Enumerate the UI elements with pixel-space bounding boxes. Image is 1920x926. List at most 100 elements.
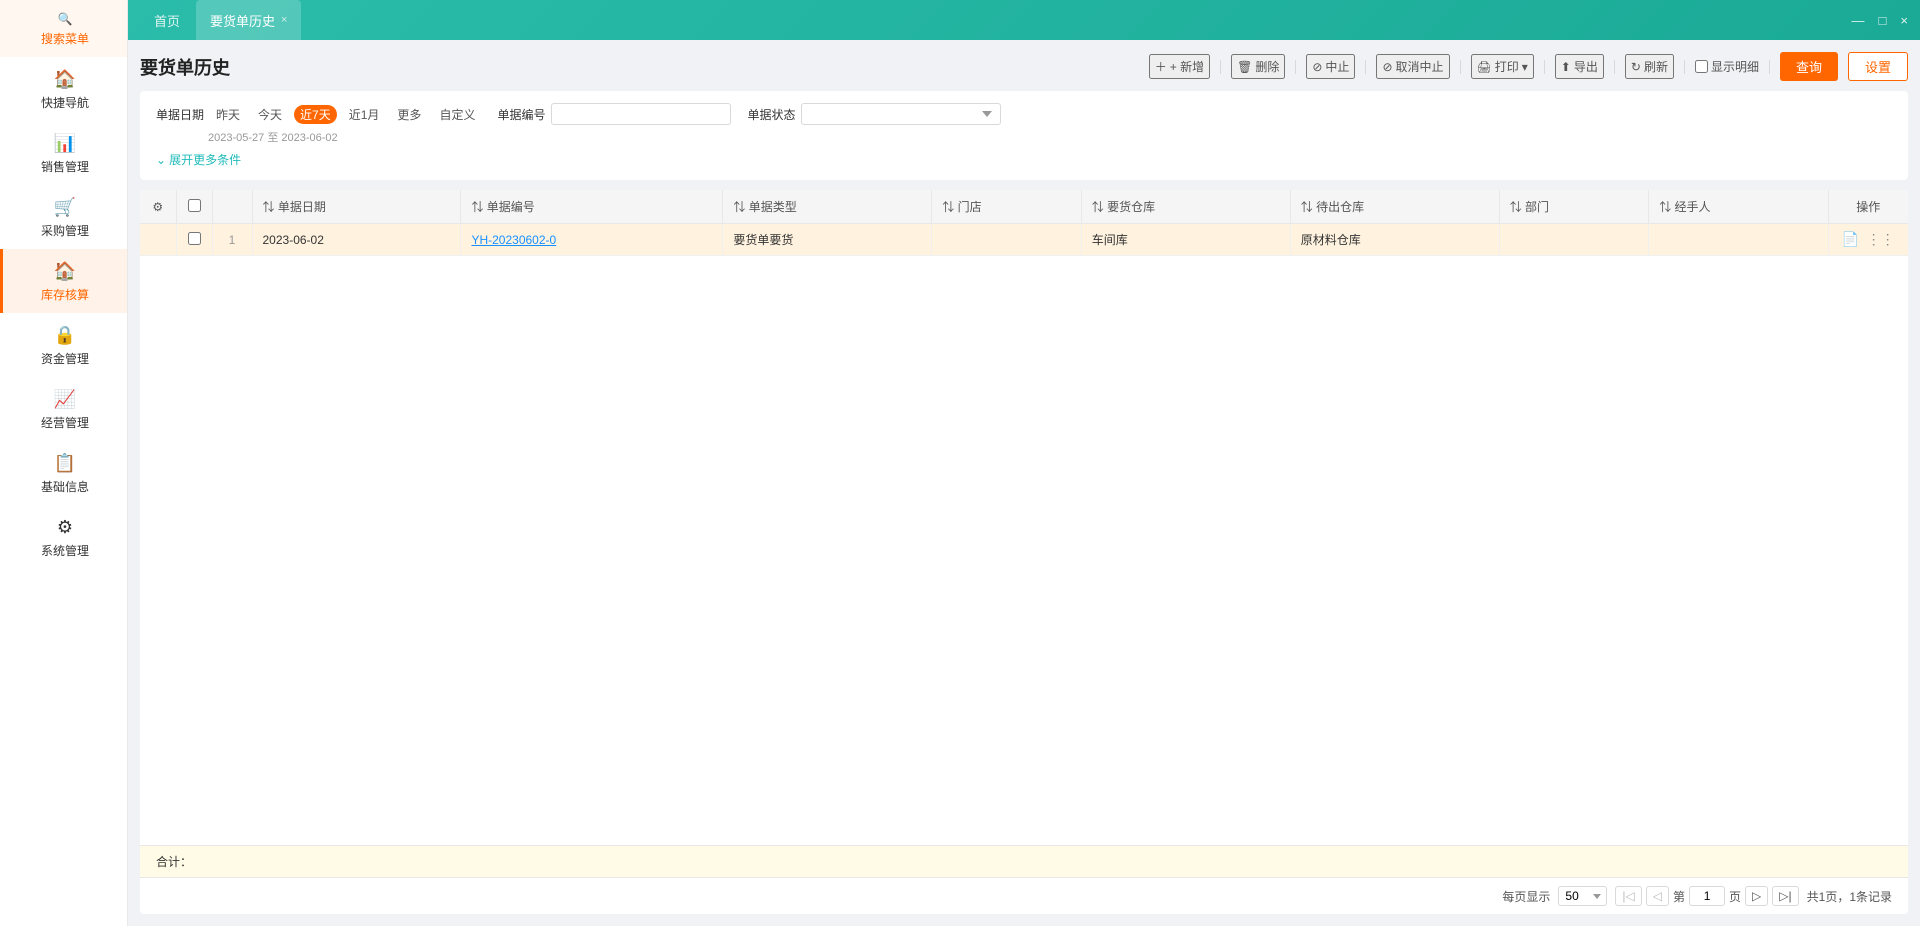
- show-detail-label: 显示明细: [1711, 58, 1759, 75]
- sidebar-item-purchase[interactable]: 🛒 采购管理: [0, 185, 127, 249]
- th-req-warehouse[interactable]: ⇅ 要货仓库: [1081, 190, 1290, 224]
- new-button[interactable]: ＋ + 新增: [1149, 54, 1210, 79]
- first-page-button[interactable]: |◁: [1615, 886, 1641, 906]
- topbar-right: — □ ×: [1852, 13, 1908, 28]
- page-header: 要货单历史 ＋ + 新增 🗑 删除 ⊘ 中止 ⊘: [140, 52, 1908, 81]
- row-checkbox-cell: [176, 224, 212, 256]
- delete-button[interactable]: 🗑 删除: [1231, 54, 1285, 79]
- th-dest-warehouse[interactable]: ⇅ 待出仓库: [1290, 190, 1499, 224]
- doc-no-label: 单据编号: [497, 106, 545, 123]
- prev-page-button[interactable]: ◁: [1646, 886, 1669, 906]
- th-store[interactable]: ⇅ 门店: [932, 190, 1082, 224]
- row-settings: [140, 224, 176, 256]
- suspend-button[interactable]: ⊘ 中止: [1306, 54, 1355, 79]
- sidebar-item-label: 销售管理: [41, 158, 89, 175]
- sidebar: 🔍 搜索菜单 🏠 快捷导航 📊 销售管理 🛒 采购管理 🏠 库存核算 🔒 资金管…: [0, 0, 128, 926]
- divider-4: [1460, 60, 1461, 74]
- settings-button[interactable]: 设置: [1848, 52, 1908, 81]
- date-btn-more[interactable]: 更多: [391, 105, 427, 124]
- row-store: [932, 224, 1082, 256]
- delete-label: 删除: [1255, 58, 1279, 75]
- row-ops: 📄 ⋮⋮: [1828, 224, 1908, 256]
- cancel-suspend-icon: ⊘: [1382, 60, 1392, 74]
- per-page-label: 每页显示: [1502, 888, 1550, 905]
- select-all-checkbox[interactable]: [188, 199, 201, 212]
- tab-requisition-label: 要货单历史: [210, 11, 275, 30]
- th-doc-date[interactable]: ⇅ 单据日期: [252, 190, 461, 224]
- th-settings[interactable]: ⚙: [140, 190, 176, 224]
- window-maximize-button[interactable]: □: [1879, 13, 1887, 28]
- date-btn-yesterday[interactable]: 昨天: [210, 105, 246, 124]
- doc-status-label: 单据状态: [747, 106, 795, 123]
- operations-icon: 📈: [54, 389, 76, 410]
- tab-close-icon[interactable]: ×: [281, 14, 287, 26]
- th-handler[interactable]: ⇅ 经手人: [1649, 190, 1828, 224]
- row-more-icon[interactable]: ⋮⋮: [1867, 231, 1895, 247]
- row-view-icon[interactable]: 📄: [1842, 231, 1859, 247]
- date-btn-custom[interactable]: 自定义: [433, 105, 481, 124]
- row-checkbox[interactable]: [188, 232, 201, 245]
- sidebar-item-label: 基础信息: [41, 478, 89, 495]
- expand-label: 展开更多条件: [169, 151, 241, 168]
- doc-no-input[interactable]: [551, 103, 731, 125]
- sidebar-item-inventory[interactable]: 🏠 库存核算: [0, 249, 127, 313]
- print-dropdown-icon: ▾: [1522, 60, 1528, 74]
- row-department: [1499, 224, 1649, 256]
- divider-2: [1295, 60, 1296, 74]
- sidebar-item-operations[interactable]: 📈 经营管理: [0, 377, 127, 441]
- th-doc-no[interactable]: ⇅ 单据编号: [461, 190, 723, 224]
- th-department[interactable]: ⇅ 部门: [1499, 190, 1649, 224]
- sidebar-item-system[interactable]: ⚙ 系统管理: [0, 505, 127, 569]
- doc-no-filter: 单据编号: [497, 103, 731, 125]
- show-detail-checkbox[interactable]: [1695, 60, 1708, 73]
- sidebar-item-search-menu[interactable]: 🔍 搜索菜单: [0, 0, 127, 57]
- sidebar-item-finance[interactable]: 🔒 资金管理: [0, 313, 127, 377]
- table-wrap: ⚙ ⇅ 单据日期 ⇅ 单据编号 ⇅ 单据类型 ⇅ 门店 ⇅ 要货仓库 ⇅ 待出仓…: [140, 190, 1908, 845]
- search-icon: 🔍: [58, 12, 73, 26]
- print-button[interactable]: 🖨 打印 ▾: [1471, 54, 1534, 79]
- expand-more-btn[interactable]: ⌄ 展开更多条件: [156, 151, 1892, 168]
- page-number-input[interactable]: [1689, 886, 1725, 906]
- query-button[interactable]: 查询: [1780, 52, 1838, 81]
- page-nav: |◁ ◁ 第 页 ▷ ▷|: [1615, 886, 1798, 906]
- th-doc-type[interactable]: ⇅ 单据类型: [723, 190, 932, 224]
- sidebar-item-label: 经营管理: [41, 414, 89, 431]
- date-btn-today[interactable]: 今天: [252, 105, 288, 124]
- cart-icon: 🛒: [54, 197, 76, 218]
- export-button[interactable]: ⬆ 导出: [1555, 54, 1604, 79]
- data-table: ⚙ ⇅ 单据日期 ⇅ 单据编号 ⇅ 单据类型 ⇅ 门店 ⇅ 要货仓库 ⇅ 待出仓…: [140, 190, 1908, 256]
- gear-icon: ⚙: [57, 517, 73, 538]
- tab-home[interactable]: 首页: [140, 0, 194, 40]
- divider-3: [1365, 60, 1366, 74]
- divider-7: [1684, 60, 1685, 74]
- tab-home-label: 首页: [154, 11, 180, 30]
- sidebar-item-basic-info[interactable]: 📋 基础信息: [0, 441, 127, 505]
- total-info: 共1页，1条记录: [1807, 888, 1892, 905]
- window-minimize-button[interactable]: —: [1852, 13, 1865, 28]
- sidebar-item-quick-nav[interactable]: 🏠 快捷导航: [0, 57, 127, 121]
- pagination: 每页显示 50 20 100 200 |◁ ◁ 第 页 ▷ ▷| 共1页，1条记…: [140, 877, 1908, 914]
- date-btn-1month[interactable]: 近1月: [343, 105, 386, 124]
- row-doc-no[interactable]: YH-20230602-0: [461, 224, 723, 256]
- date-btn-7days[interactable]: 近7天: [294, 105, 337, 124]
- expand-icon: ⌄: [156, 153, 166, 167]
- sidebar-item-label: 采购管理: [41, 222, 89, 239]
- cancel-suspend-label: 取消中止: [1396, 58, 1444, 75]
- cancel-suspend-button[interactable]: ⊘ 取消中止: [1376, 54, 1449, 79]
- export-label: 导出: [1574, 58, 1598, 75]
- refresh-button[interactable]: ↻ 刷新: [1625, 54, 1674, 79]
- refresh-icon: ↻: [1631, 60, 1641, 74]
- lock-icon: 🔒: [54, 325, 76, 346]
- suspend-icon: ⊘: [1312, 60, 1322, 74]
- window-close-button[interactable]: ×: [1900, 13, 1908, 28]
- per-page-select[interactable]: 50 20 100 200: [1558, 886, 1607, 906]
- last-page-button[interactable]: ▷|: [1772, 886, 1798, 906]
- tab-requisition-history[interactable]: 要货单历史 ×: [196, 0, 301, 40]
- doc-status-select[interactable]: [801, 103, 1001, 125]
- th-checkbox: [176, 190, 212, 224]
- next-page-button[interactable]: ▷: [1745, 886, 1768, 906]
- show-detail-toggle[interactable]: 显示明细: [1695, 58, 1759, 75]
- suspend-label: 中止: [1325, 58, 1349, 75]
- sidebar-item-sales[interactable]: 📊 销售管理: [0, 121, 127, 185]
- sidebar-item-label: 快捷导航: [41, 94, 89, 111]
